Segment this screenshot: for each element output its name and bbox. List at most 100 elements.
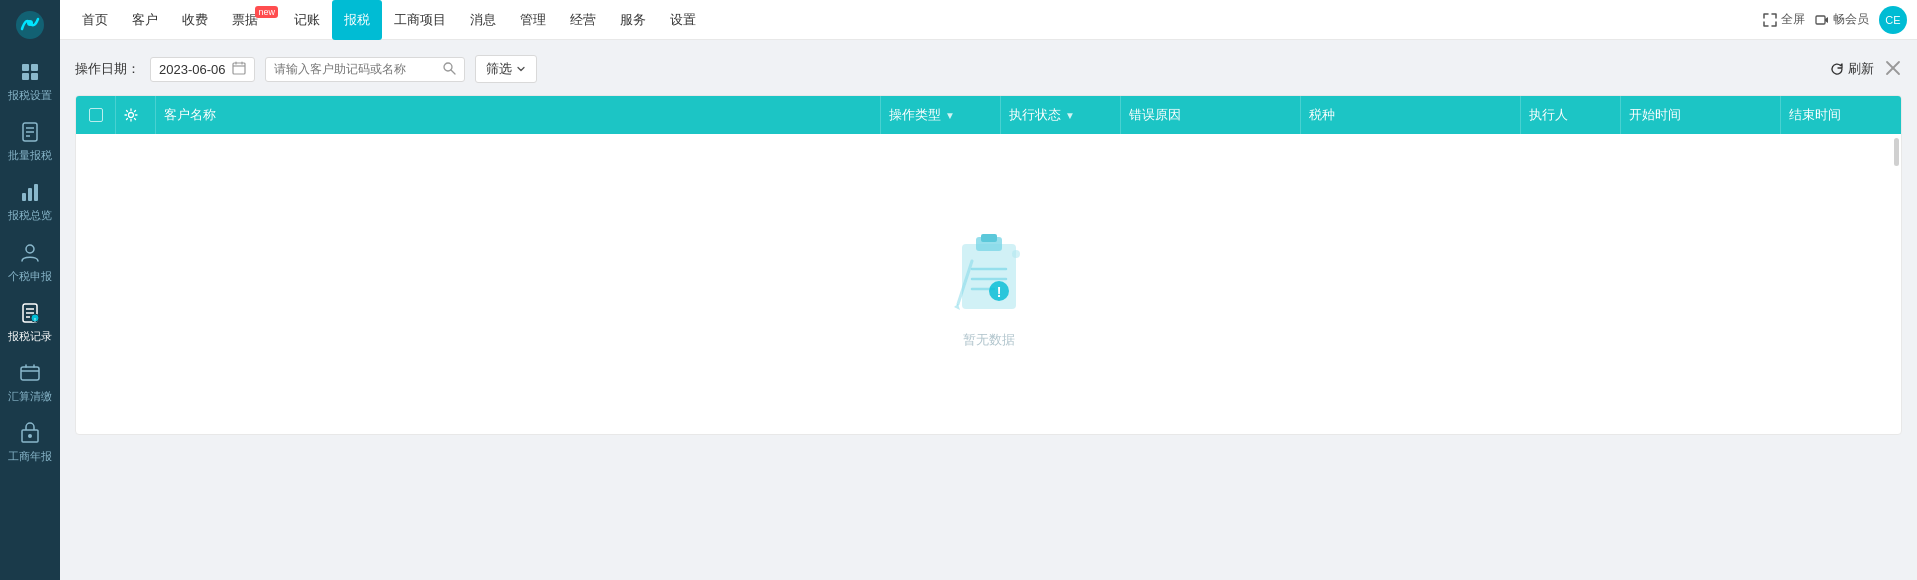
baoshui-zonglian-icon xyxy=(16,178,44,206)
th-kehu-mingcheng: 客户名称 xyxy=(156,96,881,134)
member-label: 畅会员 xyxy=(1833,11,1869,28)
search-input[interactable] xyxy=(274,62,438,76)
svg-rect-27 xyxy=(233,63,245,74)
search-wrap[interactable] xyxy=(265,57,465,82)
settings-icon xyxy=(124,108,138,122)
close-icon xyxy=(1884,59,1902,77)
th-settings xyxy=(116,96,156,134)
sidebar-item-piliang-baoshui[interactable]: 批量报税 xyxy=(0,110,60,170)
fullscreen-label: 全屏 xyxy=(1781,11,1805,28)
table-container: 客户名称 操作类型 ▼ 执行状态 ▼ 错误原因 税种 xyxy=(75,95,1902,435)
sidebar-item-geshui-shenbao[interactable]: 个税申报 xyxy=(0,231,60,291)
nav-item-xiaoxi[interactable]: 消息 xyxy=(458,0,508,40)
nav-item-kehu[interactable]: 客户 xyxy=(120,0,170,40)
geshui-shenbao-icon xyxy=(16,239,44,267)
new-badge: new xyxy=(255,6,278,19)
svg-point-25 xyxy=(28,434,32,438)
fullscreen-icon xyxy=(1763,13,1777,27)
avatar[interactable]: CE xyxy=(1879,6,1907,34)
top-nav: 首页 客户 收费 票据 new 记账 报税 工商项目 消息 xyxy=(60,0,1917,40)
chevron-down-icon xyxy=(516,64,526,74)
th-checkbox[interactable] xyxy=(76,96,116,134)
page-area: 操作日期： 2023-06-06 xyxy=(60,40,1917,580)
main-wrapper: 首页 客户 收费 票据 new 记账 报税 工商项目 消息 xyxy=(60,0,1917,580)
nav-item-shouye[interactable]: 首页 xyxy=(70,0,120,40)
sidebar-item-baoshui-jilu[interactable]: ! 报税记录 xyxy=(0,291,60,351)
table-body: ! 暂无数据 xyxy=(76,134,1901,434)
svg-line-32 xyxy=(451,70,455,74)
huisuan-jiaona-icon xyxy=(16,359,44,387)
video-icon xyxy=(1815,13,1829,27)
sidebar-label: 报税记录 xyxy=(8,330,52,343)
nav-item-gongshang-xiangmu[interactable]: 工商项目 xyxy=(382,0,458,40)
sidebar-item-huisuan-jiaona[interactable]: 汇算清缴 xyxy=(0,351,60,411)
nav-item-shezhi[interactable]: 设置 xyxy=(658,0,708,40)
scrollbar-thumb[interactable] xyxy=(1894,138,1899,166)
member-btn[interactable]: 畅会员 xyxy=(1815,11,1869,28)
fullscreen-btn[interactable]: 全屏 xyxy=(1763,11,1805,28)
sort-icon: ▼ xyxy=(1065,110,1075,121)
filter-button[interactable]: 筛选 xyxy=(475,55,537,83)
svg-point-13 xyxy=(26,245,34,253)
svg-rect-3 xyxy=(31,64,38,71)
nav-right: 全屏 畅会员 CE xyxy=(1763,6,1907,34)
nav-item-baoshui[interactable]: 报税 xyxy=(332,0,382,40)
content: 操作日期： 2023-06-06 xyxy=(60,40,1917,580)
svg-text:!: ! xyxy=(34,316,36,322)
th-shuizhong: 税种 xyxy=(1301,96,1521,134)
nav-item-shoufei[interactable]: 收费 xyxy=(170,0,220,40)
svg-rect-26 xyxy=(1816,16,1825,24)
th-zhixing-zhuangtai[interactable]: 执行状态 ▼ xyxy=(1001,96,1121,134)
date-label: 操作日期： xyxy=(75,60,140,78)
th-jieshu-shijian: 结束时间 xyxy=(1781,96,1901,134)
svg-rect-36 xyxy=(962,244,1016,309)
empty-text: 暂无数据 xyxy=(963,331,1015,349)
empty-state-icon: ! xyxy=(944,219,1034,319)
svg-point-46 xyxy=(1012,250,1020,258)
filter-btn-label: 筛选 xyxy=(486,60,512,78)
nav-item-piaoju[interactable]: 票据 new xyxy=(220,0,282,40)
sidebar-label: 报税设置 xyxy=(8,89,52,102)
refresh-button[interactable]: 刷新 xyxy=(1830,60,1874,78)
gongshang-nianbao-icon xyxy=(16,419,44,447)
svg-rect-5 xyxy=(31,73,38,80)
app-logo xyxy=(0,0,60,50)
nav-item-zhang[interactable]: 记账 xyxy=(282,0,332,40)
nav-item-fuwu[interactable]: 服务 xyxy=(608,0,658,40)
table-header: 客户名称 操作类型 ▼ 执行状态 ▼ 错误原因 税种 xyxy=(76,96,1901,134)
refresh-icon xyxy=(1830,62,1844,76)
sidebar-label: 批量报税 xyxy=(8,149,52,162)
th-kaishi-shijian: 开始时间 xyxy=(1621,96,1781,134)
svg-rect-4 xyxy=(22,73,29,80)
sidebar-label: 汇算清缴 xyxy=(8,390,52,403)
svg-rect-10 xyxy=(22,193,26,201)
refresh-label: 刷新 xyxy=(1848,60,1874,78)
sidebar-item-gongshang-nianbao[interactable]: 工商年报 xyxy=(0,411,60,471)
date-input-wrap[interactable]: 2023-06-06 xyxy=(150,57,255,82)
svg-text:!: ! xyxy=(996,284,1001,300)
nav-item-jingying[interactable]: 经营 xyxy=(558,0,608,40)
svg-point-35 xyxy=(129,113,134,118)
svg-rect-20 xyxy=(21,367,39,380)
nav-item-guanli[interactable]: 管理 xyxy=(508,0,558,40)
th-zhixing-ren: 执行人 xyxy=(1521,96,1621,134)
select-all-checkbox[interactable] xyxy=(89,108,103,122)
svg-rect-12 xyxy=(34,184,38,201)
sidebar-label: 工商年报 xyxy=(8,450,52,463)
svg-rect-38 xyxy=(981,234,997,242)
sidebar-item-baoshui-zonglian[interactable]: 报税总览 xyxy=(0,170,60,230)
nav-items: 首页 客户 收费 票据 new 记账 报税 工商项目 消息 xyxy=(70,0,1763,40)
svg-rect-2 xyxy=(22,64,29,71)
sidebar: 报税设置 批量报税 报税总览 xyxy=(0,0,60,580)
sort-icon: ▼ xyxy=(945,110,955,121)
th-cuowu-yuanyin: 错误原因 xyxy=(1121,96,1301,134)
sidebar-label: 个税申报 xyxy=(8,270,52,283)
date-value: 2023-06-06 xyxy=(159,62,226,77)
piliang-baoshui-icon xyxy=(16,118,44,146)
svg-point-1 xyxy=(27,20,33,26)
close-button[interactable] xyxy=(1884,59,1902,80)
sidebar-item-baoshui-shezhi[interactable]: 报税设置 xyxy=(0,50,60,110)
baoshui-shezhi-icon xyxy=(16,58,44,86)
th-caozuo-leixing[interactable]: 操作类型 ▼ xyxy=(881,96,1001,134)
calendar-icon xyxy=(232,61,246,78)
